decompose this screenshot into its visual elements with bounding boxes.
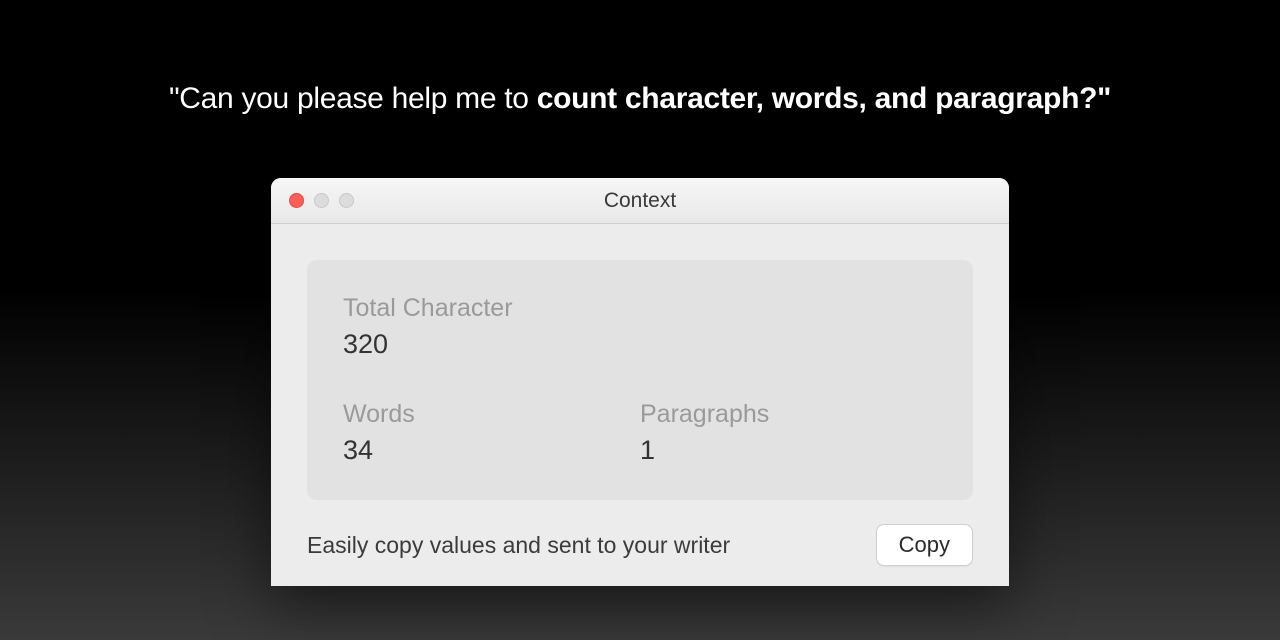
stat-paragraphs: Paragraphs 1: [640, 400, 937, 466]
app-window: Context Total Character 320 Words 34 Par…: [271, 178, 1009, 586]
copy-button[interactable]: Copy: [876, 524, 973, 566]
headline-text: "Can you please help me to count charact…: [0, 0, 1280, 116]
footer-text: Easily copy values and sent to your writ…: [307, 532, 730, 559]
total-character-label: Total Character: [343, 294, 937, 323]
traffic-lights: [271, 193, 354, 208]
headline-bold: count character, words, and paragraph?": [537, 82, 1111, 115]
close-icon[interactable]: [289, 193, 304, 208]
headline-prefix: "Can you please help me to: [169, 82, 537, 115]
footer-row: Easily copy values and sent to your writ…: [271, 524, 1009, 586]
stats-card: Total Character 320 Words 34 Paragraphs …: [307, 260, 973, 500]
minimize-icon[interactable]: [314, 193, 329, 208]
maximize-icon[interactable]: [339, 193, 354, 208]
stat-total-character: Total Character 320: [343, 294, 937, 360]
stat-words: Words 34: [343, 400, 640, 466]
words-label: Words: [343, 400, 640, 429]
paragraphs-value: 1: [640, 435, 937, 466]
window-title: Context: [271, 189, 1009, 213]
words-value: 34: [343, 435, 640, 466]
paragraphs-label: Paragraphs: [640, 400, 937, 429]
total-character-value: 320: [343, 329, 937, 360]
window-titlebar[interactable]: Context: [271, 178, 1009, 224]
